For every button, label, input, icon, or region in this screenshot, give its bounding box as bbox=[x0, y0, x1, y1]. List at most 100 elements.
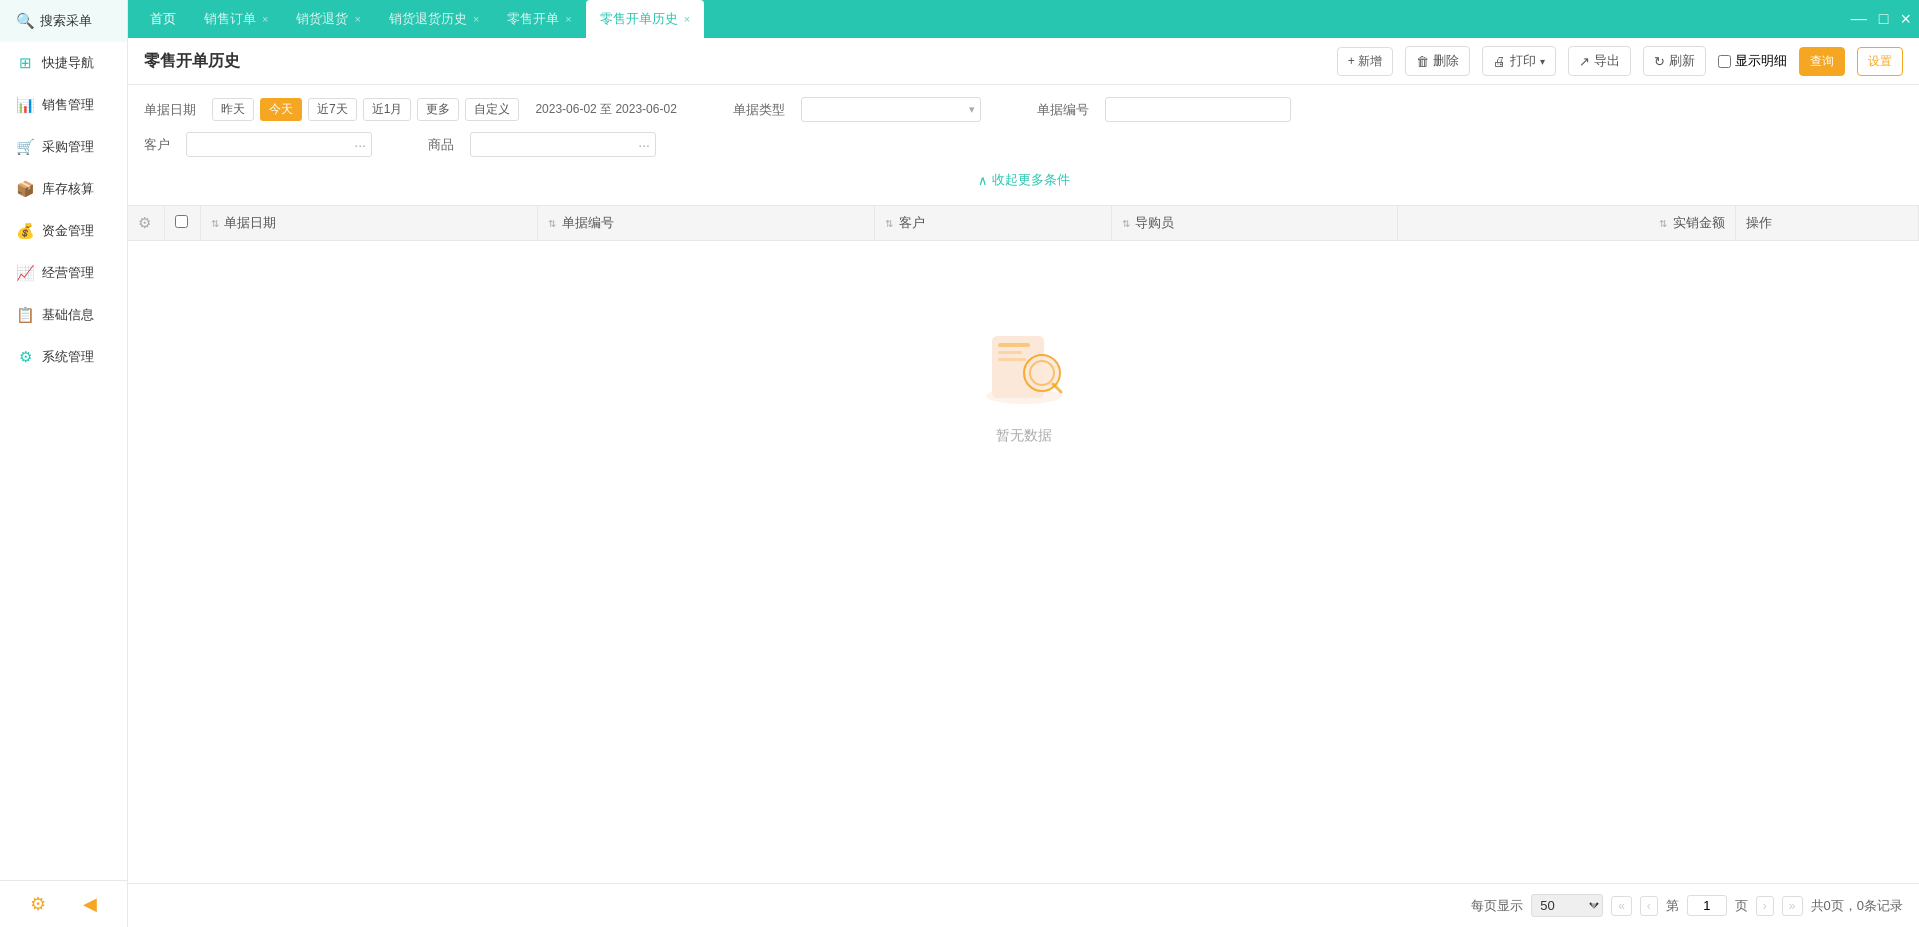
data-table: ⚙ ⇅ 单据日期 ⇅ 单据编号 bbox=[128, 206, 1919, 241]
tab-sales-return-history[interactable]: 销货退货历史 × bbox=[375, 0, 493, 38]
display-detail-checkbox[interactable] bbox=[1718, 55, 1731, 68]
sidebar-item-label: 快捷导航 bbox=[42, 54, 94, 72]
tab-sales-order[interactable]: 销售订单 × bbox=[190, 0, 282, 38]
system-icon: ⚙ bbox=[16, 348, 34, 366]
per-page-select[interactable]: 10 20 50 100 bbox=[1531, 894, 1603, 917]
date-btn-custom[interactable]: 自定义 bbox=[465, 98, 519, 121]
print-button[interactable]: 🖨 打印 ▾ bbox=[1482, 46, 1556, 76]
tab-sales-order-close[interactable]: × bbox=[262, 13, 268, 25]
per-page-select-wrapper: 10 20 50 100 ▾ bbox=[1531, 894, 1603, 917]
tab-sales-return-history-close[interactable]: × bbox=[473, 13, 479, 25]
page-label: 第 bbox=[1666, 897, 1679, 915]
sidebar-item-label: 库存核算 bbox=[42, 180, 94, 198]
table-settings-col: ⚙ bbox=[128, 206, 164, 241]
date-range-display: 2023-06-02 至 2023-06-02 bbox=[535, 101, 676, 118]
customer-filter-wrapper: ··· bbox=[186, 132, 372, 157]
window-maximize[interactable]: □ bbox=[1879, 10, 1889, 28]
print-chevron-icon: ▾ bbox=[1540, 56, 1545, 67]
add-button[interactable]: + 新增 bbox=[1337, 47, 1393, 76]
per-page-label: 每页显示 bbox=[1471, 897, 1523, 915]
export-button[interactable]: ↗ 导出 bbox=[1568, 46, 1631, 76]
operations-icon: 📈 bbox=[16, 264, 34, 282]
main-area: 首页 销售订单 × 销货退货 × 销货退货历史 × 零售开单 × 零售开单历史 … bbox=[128, 0, 1919, 927]
settings-bottom-icon[interactable]: ⚙ bbox=[30, 893, 46, 915]
col-date-sort-icon[interactable]: ⇅ bbox=[211, 218, 219, 229]
sidebar-search[interactable]: 🔍 搜索采单 bbox=[0, 0, 127, 42]
tab-retail-open-history-close[interactable]: × bbox=[684, 13, 690, 25]
svg-rect-2 bbox=[998, 343, 1030, 347]
tabs-bar: 首页 销售订单 × 销货退货 × 销货退货历史 × 零售开单 × 零售开单历史 … bbox=[128, 0, 1919, 38]
table-area: ⚙ ⇅ 单据日期 ⇅ 单据编号 bbox=[128, 206, 1919, 883]
col-customer-sort-icon[interactable]: ⇅ bbox=[885, 218, 893, 229]
date-btn-1month[interactable]: 近1月 bbox=[363, 98, 412, 121]
window-close[interactable]: × bbox=[1900, 9, 1911, 30]
tab-sales-order-label: 销售订单 bbox=[204, 10, 256, 28]
empty-state: 暂无数据 bbox=[128, 241, 1919, 525]
sidebar-search-label: 搜索采单 bbox=[40, 12, 92, 30]
collapse-sidebar-icon[interactable]: ◀ bbox=[83, 893, 97, 915]
product-filter-input[interactable] bbox=[470, 132, 656, 157]
col-number-sort-icon[interactable]: ⇅ bbox=[548, 218, 556, 229]
total-label: 共0页，0条记录 bbox=[1811, 897, 1903, 915]
tab-sales-return[interactable]: 销货退货 × bbox=[282, 0, 374, 38]
col-guide-sort-icon[interactable]: ⇅ bbox=[1122, 218, 1130, 229]
filter-area: 单据日期 昨天 今天 近7天 近1月 更多 自定义 2023-06-02 至 2… bbox=[128, 85, 1919, 206]
settings-button[interactable]: 设置 bbox=[1857, 47, 1903, 76]
sidebar-item-label: 销售管理 bbox=[42, 96, 94, 114]
tab-retail-open-label: 零售开单 bbox=[507, 10, 559, 28]
tab-retail-open-history[interactable]: 零售开单历史 × bbox=[586, 0, 704, 38]
col-action: 操作 bbox=[1735, 206, 1918, 241]
sidebar-item-inventory[interactable]: 📦 库存核算 bbox=[0, 168, 127, 210]
sidebar-item-operations[interactable]: 📈 经营管理 bbox=[0, 252, 127, 294]
window-controls: — □ × bbox=[1851, 9, 1911, 30]
sidebar-item-sales[interactable]: 📊 销售管理 bbox=[0, 84, 127, 126]
sidebar-item-finance[interactable]: 💰 资金管理 bbox=[0, 210, 127, 252]
tab-sales-return-close[interactable]: × bbox=[354, 13, 360, 25]
prev-page-button[interactable]: ‹ bbox=[1640, 896, 1658, 916]
sidebar-item-system[interactable]: ⚙ 系统管理 bbox=[0, 336, 127, 378]
window-minimize[interactable]: — bbox=[1851, 10, 1867, 28]
date-btn-more[interactable]: 更多 bbox=[417, 98, 459, 121]
table-settings-icon[interactable]: ⚙ bbox=[138, 214, 151, 231]
next-page-button[interactable]: › bbox=[1756, 896, 1774, 916]
delete-button[interactable]: 🗑 删除 bbox=[1405, 46, 1470, 76]
date-filter-label: 单据日期 bbox=[144, 101, 196, 119]
number-filter-input[interactable] bbox=[1105, 97, 1291, 122]
export-icon: ↗ bbox=[1579, 54, 1590, 69]
first-page-button[interactable]: « bbox=[1611, 896, 1632, 916]
sidebar-item-quick-nav[interactable]: ⊞ 快捷导航 bbox=[0, 42, 127, 84]
date-btn-today[interactable]: 今天 bbox=[260, 98, 302, 121]
content-area: 单据日期 昨天 今天 近7天 近1月 更多 自定义 2023-06-02 至 2… bbox=[128, 85, 1919, 927]
date-btn-7days[interactable]: 近7天 bbox=[308, 98, 357, 121]
tab-retail-open-close[interactable]: × bbox=[565, 13, 571, 25]
display-detail-checkbox-wrapper[interactable]: 显示明细 bbox=[1718, 52, 1787, 70]
refresh-button[interactable]: ↻ 刷新 bbox=[1643, 46, 1706, 76]
query-button[interactable]: 查询 bbox=[1799, 47, 1845, 76]
quick-nav-icon: ⊞ bbox=[16, 54, 34, 72]
tab-home-label: 首页 bbox=[150, 10, 176, 28]
sidebar-item-purchase[interactable]: 🛒 采购管理 bbox=[0, 126, 127, 168]
collapse-chevron-icon: ∧ bbox=[978, 173, 988, 188]
customer-filter-input[interactable] bbox=[186, 132, 372, 157]
col-action-label: 操作 bbox=[1746, 215, 1772, 230]
product-filter-label: 商品 bbox=[428, 136, 454, 154]
tab-retail-open[interactable]: 零售开单 × bbox=[493, 0, 585, 38]
display-detail-label: 显示明细 bbox=[1735, 52, 1787, 70]
svg-rect-3 bbox=[998, 351, 1022, 354]
purchase-icon: 🛒 bbox=[16, 138, 34, 156]
date-btn-yesterday[interactable]: 昨天 bbox=[212, 98, 254, 121]
col-amount: ⇅ 实销金额 bbox=[1398, 206, 1735, 241]
type-filter-select[interactable] bbox=[801, 97, 981, 122]
last-page-button[interactable]: » bbox=[1782, 896, 1803, 916]
number-filter-label: 单据编号 bbox=[1037, 101, 1089, 119]
sidebar-item-base-info[interactable]: 📋 基础信息 bbox=[0, 294, 127, 336]
tab-home[interactable]: 首页 bbox=[136, 0, 190, 38]
sidebar-item-label: 经营管理 bbox=[42, 264, 94, 282]
table-header-row: ⚙ ⇅ 单据日期 ⇅ 单据编号 bbox=[128, 206, 1919, 241]
finance-icon: 💰 bbox=[16, 222, 34, 240]
col-amount-sort-icon[interactable]: ⇅ bbox=[1659, 218, 1667, 229]
table-select-all-checkbox[interactable] bbox=[175, 215, 188, 228]
type-filter-wrapper: ▾ bbox=[801, 97, 981, 122]
filter-collapse-button[interactable]: ∧ 收起更多条件 bbox=[144, 167, 1903, 193]
page-number-input[interactable] bbox=[1687, 895, 1727, 916]
